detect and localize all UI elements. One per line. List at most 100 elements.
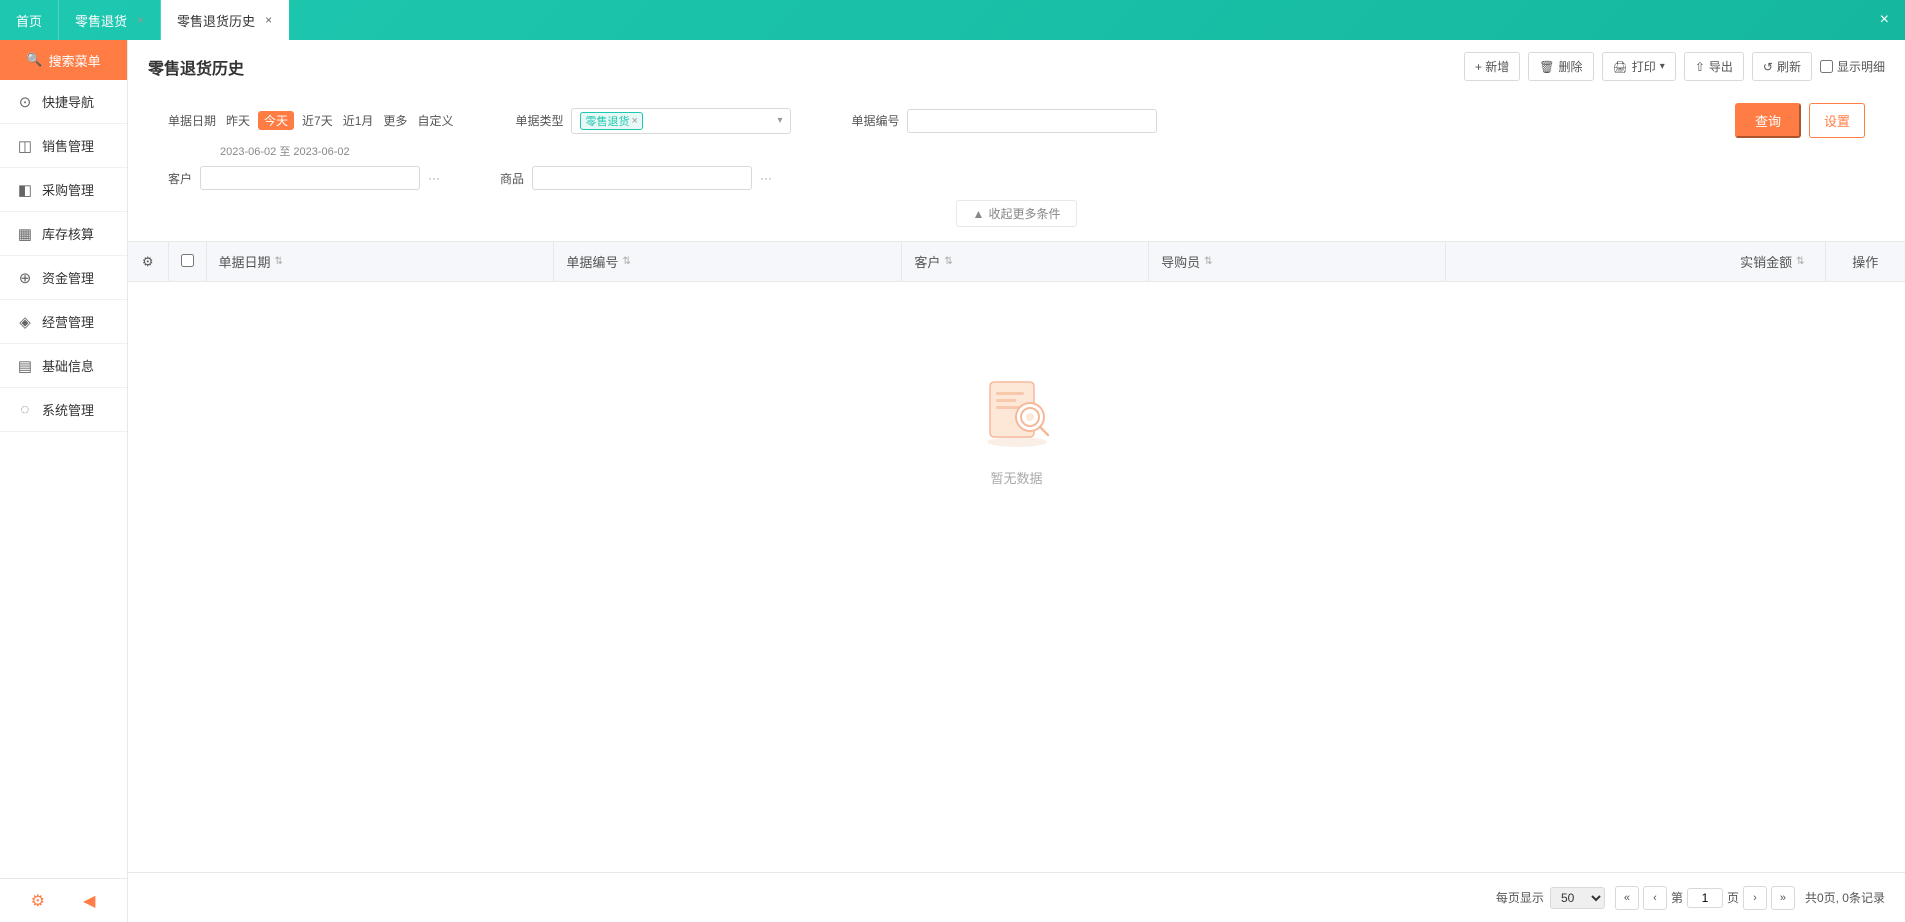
page-label: 第 xyxy=(1671,889,1683,906)
export-icon: ⇧ xyxy=(1695,60,1705,74)
tab-retail-return-history-close[interactable]: × xyxy=(265,13,272,27)
delete-button[interactable]: 🗑 删除 xyxy=(1528,52,1593,81)
empty-state-text: 暂无数据 xyxy=(990,468,1042,487)
collapse-row: ▲ 收起更多条件 xyxy=(168,200,1865,227)
page-size-selector: 每页显示 50 100 200 xyxy=(1496,887,1605,909)
filter-row-2: 客户 ··· 商品 ··· xyxy=(168,166,1865,190)
refresh-button[interactable]: ↺ 刷新 xyxy=(1752,52,1812,81)
sidebar-item-purchase[interactable]: ◧ 采购管理 xyxy=(0,168,127,212)
print-icon: 🖨 xyxy=(1613,60,1628,74)
page-header: 零售退货历史 + 新增 🗑 删除 🖨 打印 ▾ ⇧ xyxy=(128,40,1905,242)
tab-retail-return-label: 零售退货 xyxy=(75,11,127,30)
doc-type-tag: 零售退货 × xyxy=(580,112,642,130)
display-detail-check[interactable] xyxy=(1820,60,1833,73)
sort-date-icon: ⇅ xyxy=(275,256,283,267)
export-button[interactable]: ⇧ 导出 xyxy=(1684,52,1744,81)
refresh-icon: ↺ xyxy=(1763,60,1773,74)
sidebar-search-label: 搜索菜单 xyxy=(49,51,101,70)
display-detail-label: 显示明细 xyxy=(1837,58,1885,75)
quick-nav-icon: ⊙ xyxy=(16,93,34,111)
finance-icon: ⊕ xyxy=(16,269,34,287)
tab-retail-return-history-label: 零售退货历史 xyxy=(177,11,255,30)
page-unit: 页 xyxy=(1727,889,1739,906)
sidebar-item-sales[interactable]: ◫ 销售管理 xyxy=(0,124,127,168)
collapse-label: 收起更多条件 xyxy=(988,205,1060,222)
th-doc-no[interactable]: 单据编号 ⇅ xyxy=(554,242,902,282)
inventory-icon: ▦ xyxy=(16,225,34,243)
customer-label: 客户 xyxy=(168,170,192,187)
page-next-button[interactable]: › xyxy=(1743,886,1767,910)
size-select[interactable]: 50 100 200 xyxy=(1550,887,1605,909)
page-prev-button[interactable]: ‹ xyxy=(1643,886,1667,910)
select-all-checkbox[interactable] xyxy=(181,254,194,267)
th-customer[interactable]: 客户 ⇅ xyxy=(902,242,1149,282)
sidebar-collapse-button[interactable]: ◀ xyxy=(75,887,103,915)
filter-area: 单据日期 昨天 今天 近7天 近1月 更多 自定义 单据类型 xyxy=(148,93,1885,241)
table-header-row: ⚙ 单据日期 ⇅ 单据编号 xyxy=(128,242,1905,282)
pagination-nav: « ‹ 第 页 › » xyxy=(1615,886,1795,910)
empty-state-row: 暂无数据 xyxy=(128,282,1905,568)
page-number-input[interactable] xyxy=(1687,888,1723,908)
doc-type-tag-remove[interactable]: × xyxy=(631,115,637,127)
sidebar-gear-button[interactable]: ⚙ xyxy=(24,887,52,915)
sidebar-nav: ⊙ 快捷导航 ◫ 销售管理 ◧ 采购管理 ▦ 库存核算 ⊕ 资金管理 ◈ 经营管… xyxy=(0,80,127,878)
empty-state-icon xyxy=(972,362,1062,452)
doc-number-label: 单据编号 xyxy=(851,112,899,129)
goods-input[interactable] xyxy=(532,166,752,190)
purchase-icon: ◧ xyxy=(16,181,34,199)
date-more[interactable]: 更多 xyxy=(381,111,409,130)
th-guide[interactable]: 导购员 ⇅ xyxy=(1149,242,1446,282)
sidebar-item-basic-info-label: 基础信息 xyxy=(42,356,94,375)
print-dropdown-icon: ▾ xyxy=(1660,61,1665,72)
display-detail-checkbox[interactable]: 显示明细 xyxy=(1820,58,1885,75)
system-icon: ◌ xyxy=(16,401,34,419)
sidebar-item-finance[interactable]: ⊕ 资金管理 xyxy=(0,256,127,300)
sidebar-item-operations-label: 经营管理 xyxy=(42,312,94,331)
new-button[interactable]: + 新增 xyxy=(1464,52,1520,81)
th-gear[interactable]: ⚙ xyxy=(128,242,168,282)
tab-retail-return-close[interactable]: × xyxy=(137,13,144,27)
date-custom[interactable]: 自定义 xyxy=(415,111,455,130)
sidebar-bottom: ⚙ ◀ xyxy=(0,878,127,922)
sidebar-item-operations[interactable]: ◈ 经营管理 xyxy=(0,300,127,344)
doc-type-dropdown-icon: ▾ xyxy=(777,115,782,126)
filter-row-1: 单据日期 昨天 今天 近7天 近1月 更多 自定义 单据类型 xyxy=(168,103,1865,138)
th-amount[interactable]: 实销金额 ⇅ xyxy=(1446,242,1825,282)
page-last-button[interactable]: » xyxy=(1771,886,1795,910)
customer-dots-button[interactable]: ··· xyxy=(428,171,440,185)
sort-customer-icon: ⇅ xyxy=(944,256,952,267)
doc-number-input[interactable] xyxy=(907,109,1157,133)
content-area: 零售退货历史 + 新增 🗑 删除 🖨 打印 ▾ ⇧ xyxy=(128,40,1905,922)
page-first-button[interactable]: « xyxy=(1615,886,1639,910)
th-check[interactable] xyxy=(168,242,206,282)
print-button[interactable]: 🖨 打印 ▾ xyxy=(1602,52,1676,81)
sidebar-item-inventory[interactable]: ▦ 库存核算 xyxy=(0,212,127,256)
date-range-display: 2023-06-02 至 2023-06-02 xyxy=(220,146,350,158)
goods-dots-button[interactable]: ··· xyxy=(760,171,772,185)
sidebar-item-system[interactable]: ◌ 系统管理 xyxy=(0,388,127,432)
sidebar-item-basic-info[interactable]: ▤ 基础信息 xyxy=(0,344,127,388)
tab-retail-return-history[interactable]: 零售退货历史 × xyxy=(161,0,289,40)
sidebar-item-purchase-label: 采购管理 xyxy=(42,180,94,199)
customer-input[interactable] xyxy=(200,166,420,190)
settings-button[interactable]: 设置 xyxy=(1809,103,1865,138)
sidebar-search[interactable]: 🔍 搜索菜单 xyxy=(0,40,127,80)
date-7days[interactable]: 近7天 xyxy=(300,111,335,130)
tab-home[interactable]: 首页 xyxy=(0,0,59,40)
action-buttons: 查询 设置 xyxy=(1735,103,1865,138)
sidebar: 🔍 搜索菜单 ⊙ 快捷导航 ◫ 销售管理 ◧ 采购管理 ▦ 库存核算 ⊕ 资金管 xyxy=(0,40,128,922)
date-today[interactable]: 今天 xyxy=(258,111,294,130)
date-1month[interactable]: 近1月 xyxy=(341,111,376,130)
window-close-button[interactable]: × xyxy=(1864,0,1905,40)
doc-type-select[interactable]: 零售退货 × ▾ xyxy=(571,108,791,134)
per-page-label: 每页显示 xyxy=(1496,889,1544,906)
basic-info-icon: ▤ xyxy=(16,357,34,375)
query-button[interactable]: 查询 xyxy=(1735,103,1801,138)
th-date[interactable]: 单据日期 ⇅ xyxy=(206,242,554,282)
doc-type-filter: 单据类型 零售退货 × ▾ xyxy=(515,108,791,134)
collapse-button[interactable]: ▲ 收起更多条件 xyxy=(956,200,1078,227)
tab-retail-return[interactable]: 零售退货 × xyxy=(59,0,161,40)
doc-type-label: 单据类型 xyxy=(515,112,563,129)
sidebar-item-quick-nav[interactable]: ⊙ 快捷导航 xyxy=(0,80,127,124)
date-yesterday[interactable]: 昨天 xyxy=(224,111,252,130)
